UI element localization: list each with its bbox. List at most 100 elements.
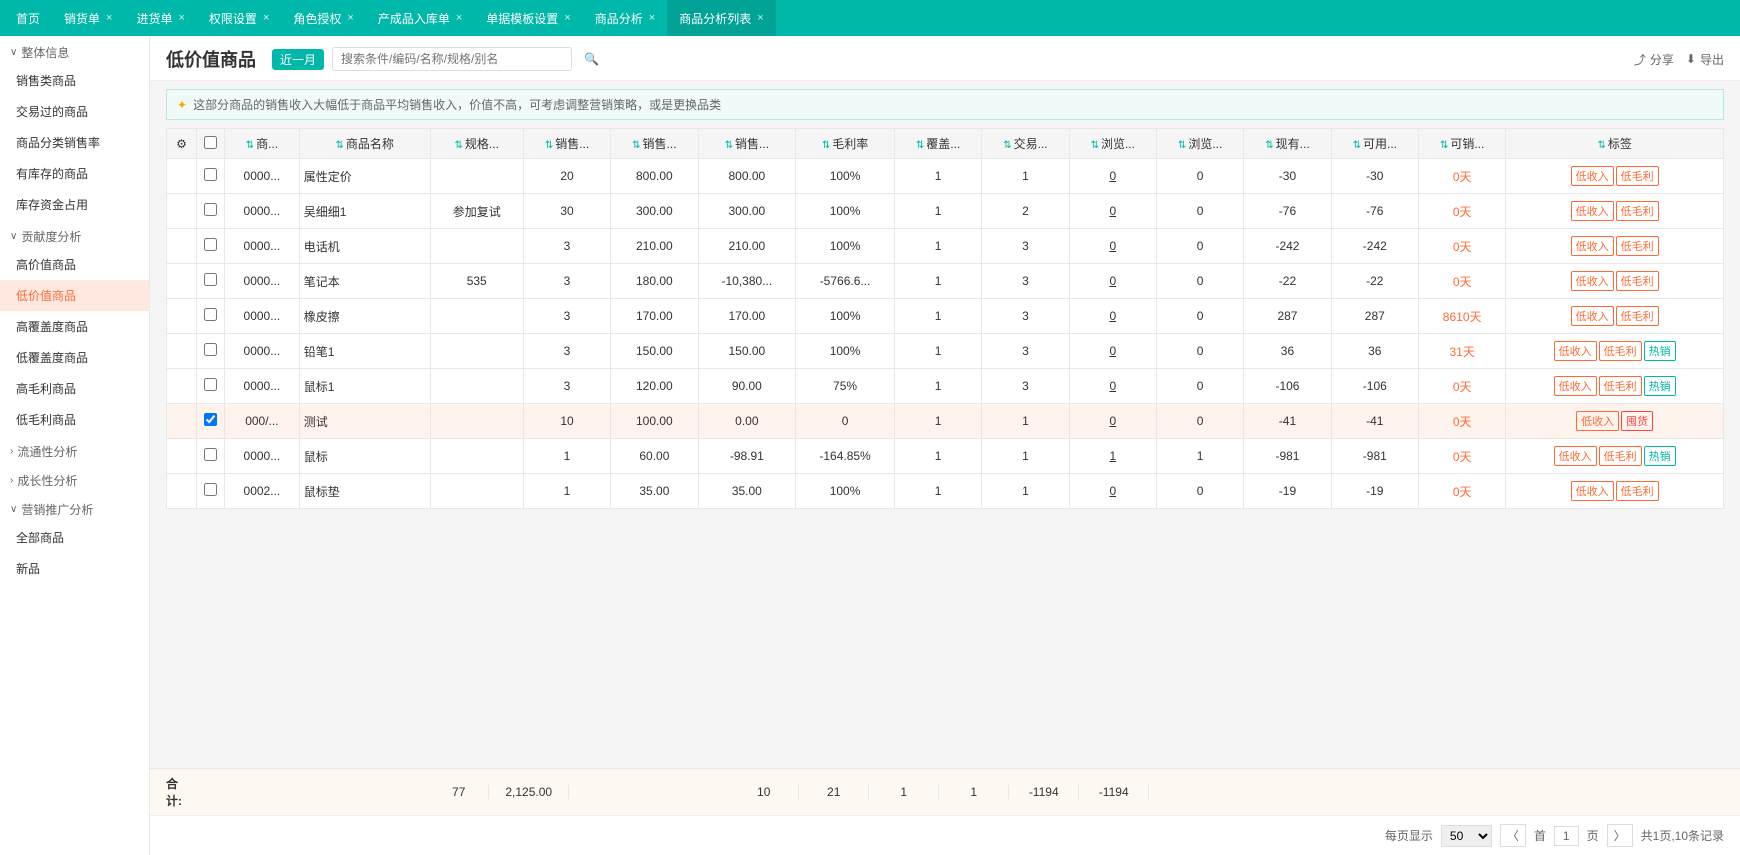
close-warehouse-icon[interactable]: ×	[456, 12, 462, 24]
row-browse1[interactable]: 0	[1069, 194, 1156, 229]
row-checkbox[interactable]	[204, 203, 217, 216]
nav-warehouse[interactable]: 产成品入库单 ×	[366, 0, 474, 36]
current-col-header[interactable]: ⇅现有...	[1244, 129, 1331, 159]
sidebar-item-category-rate[interactable]: 商品分类销售率	[0, 127, 149, 158]
nav-role[interactable]: 角色授权 ×	[281, 0, 365, 36]
row-checkbox-cell[interactable]	[197, 299, 225, 334]
close-sales-icon[interactable]: ×	[106, 12, 112, 24]
sidebar-item-sales-products[interactable]: 销售类商品	[0, 65, 149, 96]
price-col-header[interactable]: ⇅销售...	[611, 129, 698, 159]
saleable-col-header[interactable]: ⇅可销...	[1418, 129, 1505, 159]
code-col-header[interactable]: ⇅商...	[225, 129, 300, 159]
first-page-button[interactable]: 〈	[1500, 824, 1526, 847]
sidebar-item-low-margin[interactable]: 低毛利商品	[0, 404, 149, 435]
search-input[interactable]	[332, 47, 572, 71]
row-checkbox[interactable]	[204, 483, 217, 496]
row-checkbox-cell[interactable]	[197, 159, 225, 194]
row-checkbox-cell[interactable]	[197, 369, 225, 404]
row-settings	[167, 264, 197, 299]
row-name: 吴细细1	[299, 194, 430, 229]
row-coverage: 1	[894, 404, 981, 439]
coverage-col-header[interactable]: ⇅覆盖...	[894, 129, 981, 159]
close-product-analysis-list-icon[interactable]: ×	[757, 12, 763, 24]
row-spec	[430, 474, 523, 509]
sidebar-item-high-value[interactable]: 高价值商品	[0, 249, 149, 280]
qty-col-header[interactable]: ⇅销售...	[523, 129, 610, 159]
sidebar-group-overall[interactable]: ∨ 整体信息	[0, 36, 149, 65]
row-browse1[interactable]: 0	[1069, 474, 1156, 509]
row-browse1[interactable]: 0	[1069, 229, 1156, 264]
share-button[interactable]: ⤴ 分享	[1634, 51, 1674, 68]
row-checkbox-cell[interactable]	[197, 194, 225, 229]
next-page-button[interactable]: 〉	[1607, 824, 1633, 847]
sidebar-item-inventory-funds[interactable]: 库存资金占用	[0, 189, 149, 220]
row-browse1[interactable]: 0	[1069, 264, 1156, 299]
sidebar-group-growth[interactable]: › 成长性分析	[0, 464, 149, 493]
row-browse1[interactable]: 0	[1069, 159, 1156, 194]
sidebar-item-high-margin[interactable]: 高毛利商品	[0, 373, 149, 404]
row-checkbox-cell[interactable]	[197, 474, 225, 509]
row-qty: 3	[523, 299, 610, 334]
nav-product-analysis-list[interactable]: 商品分析列表 ×	[667, 0, 775, 36]
row-checkbox[interactable]	[204, 273, 217, 286]
sidebar-item-high-coverage[interactable]: 高覆盖度商品	[0, 311, 149, 342]
row-checkbox-cell[interactable]	[197, 334, 225, 369]
spec-col-header[interactable]: ⇅规格...	[430, 129, 523, 159]
row-checkbox[interactable]	[204, 238, 217, 251]
days-label: 0天	[1453, 205, 1472, 219]
nav-sales[interactable]: 销货单 ×	[52, 0, 124, 36]
row-price: 300.00	[611, 194, 698, 229]
row-checkbox[interactable]	[204, 378, 217, 391]
nav-template[interactable]: 单据模板设置 ×	[474, 0, 582, 36]
search-icon[interactable]: 🔍	[584, 52, 599, 66]
row-browse1[interactable]: 0	[1069, 404, 1156, 439]
nav-product-analysis[interactable]: 商品分析 ×	[583, 0, 667, 36]
row-checkbox[interactable]	[204, 308, 217, 321]
browse1-col-header[interactable]: ⇅浏览...	[1069, 129, 1156, 159]
row-checkbox[interactable]	[204, 168, 217, 181]
close-permission-icon[interactable]: ×	[263, 12, 269, 24]
sidebar-item-all-products[interactable]: 全部商品	[0, 522, 149, 553]
sidebar-item-new-products[interactable]: 新品	[0, 553, 149, 584]
close-purchase-icon[interactable]: ×	[178, 12, 184, 24]
row-checkbox-cell[interactable]	[197, 404, 225, 439]
row-checkbox[interactable]	[204, 413, 217, 426]
close-product-analysis-icon[interactable]: ×	[649, 12, 655, 24]
grossrate-col-header[interactable]: ⇅毛利率	[796, 129, 895, 159]
settings-col-header[interactable]: ⚙	[167, 129, 197, 159]
sidebar-item-stocked-products[interactable]: 有库存的商品	[0, 158, 149, 189]
per-page-select[interactable]: 50 100 200	[1441, 825, 1492, 847]
row-checkbox-cell[interactable]	[197, 439, 225, 474]
row-checkbox[interactable]	[204, 343, 217, 356]
nav-permission[interactable]: 权限设置 ×	[197, 0, 281, 36]
sidebar-item-low-value[interactable]: 低价值商品	[0, 280, 149, 311]
row-checkbox-cell[interactable]	[197, 229, 225, 264]
row-checkbox-cell[interactable]	[197, 264, 225, 299]
row-browse1[interactable]: 0	[1069, 334, 1156, 369]
name-col-header[interactable]: ⇅商品名称	[299, 129, 430, 159]
row-browse1[interactable]: 0	[1069, 299, 1156, 334]
sidebar-group-marketing[interactable]: ∨ 营销推广分析	[0, 493, 149, 522]
sidebar-item-traded-products[interactable]: 交易过的商品	[0, 96, 149, 127]
amount-col-header[interactable]: ⇅销售...	[698, 129, 796, 159]
tags-col-header[interactable]: ⇅标签	[1506, 129, 1724, 159]
close-template-icon[interactable]: ×	[564, 12, 570, 24]
sidebar-group-liquidity[interactable]: › 流通性分析	[0, 435, 149, 464]
trade-col-header[interactable]: ⇅交易...	[982, 129, 1069, 159]
sidebar-group-contribution[interactable]: ∨ 贡献度分析	[0, 220, 149, 249]
sidebar-item-low-coverage[interactable]: 低覆盖度商品	[0, 342, 149, 373]
nav-purchase[interactable]: 进货单 ×	[124, 0, 196, 36]
row-browse1[interactable]: 0	[1069, 369, 1156, 404]
select-all-checkbox[interactable]	[204, 136, 217, 149]
row-trade: 3	[982, 334, 1069, 369]
row-browse1[interactable]: 1	[1069, 439, 1156, 474]
nav-home[interactable]: 首页	[4, 0, 52, 36]
content-area: 低价值商品 近一月 🔍 ⤴ 分享 ⬇ 导出 ✦ 这部分商品的销售收入大幅低于商品…	[150, 36, 1740, 855]
close-role-icon[interactable]: ×	[347, 12, 353, 24]
checkbox-col-header[interactable]	[197, 129, 225, 159]
row-checkbox[interactable]	[204, 448, 217, 461]
browse2-col-header[interactable]: ⇅浏览...	[1156, 129, 1243, 159]
time-filter-button[interactable]: 近一月	[272, 49, 324, 70]
export-button[interactable]: ⬇ 导出	[1686, 51, 1724, 68]
available-col-header[interactable]: ⇅可用...	[1331, 129, 1418, 159]
